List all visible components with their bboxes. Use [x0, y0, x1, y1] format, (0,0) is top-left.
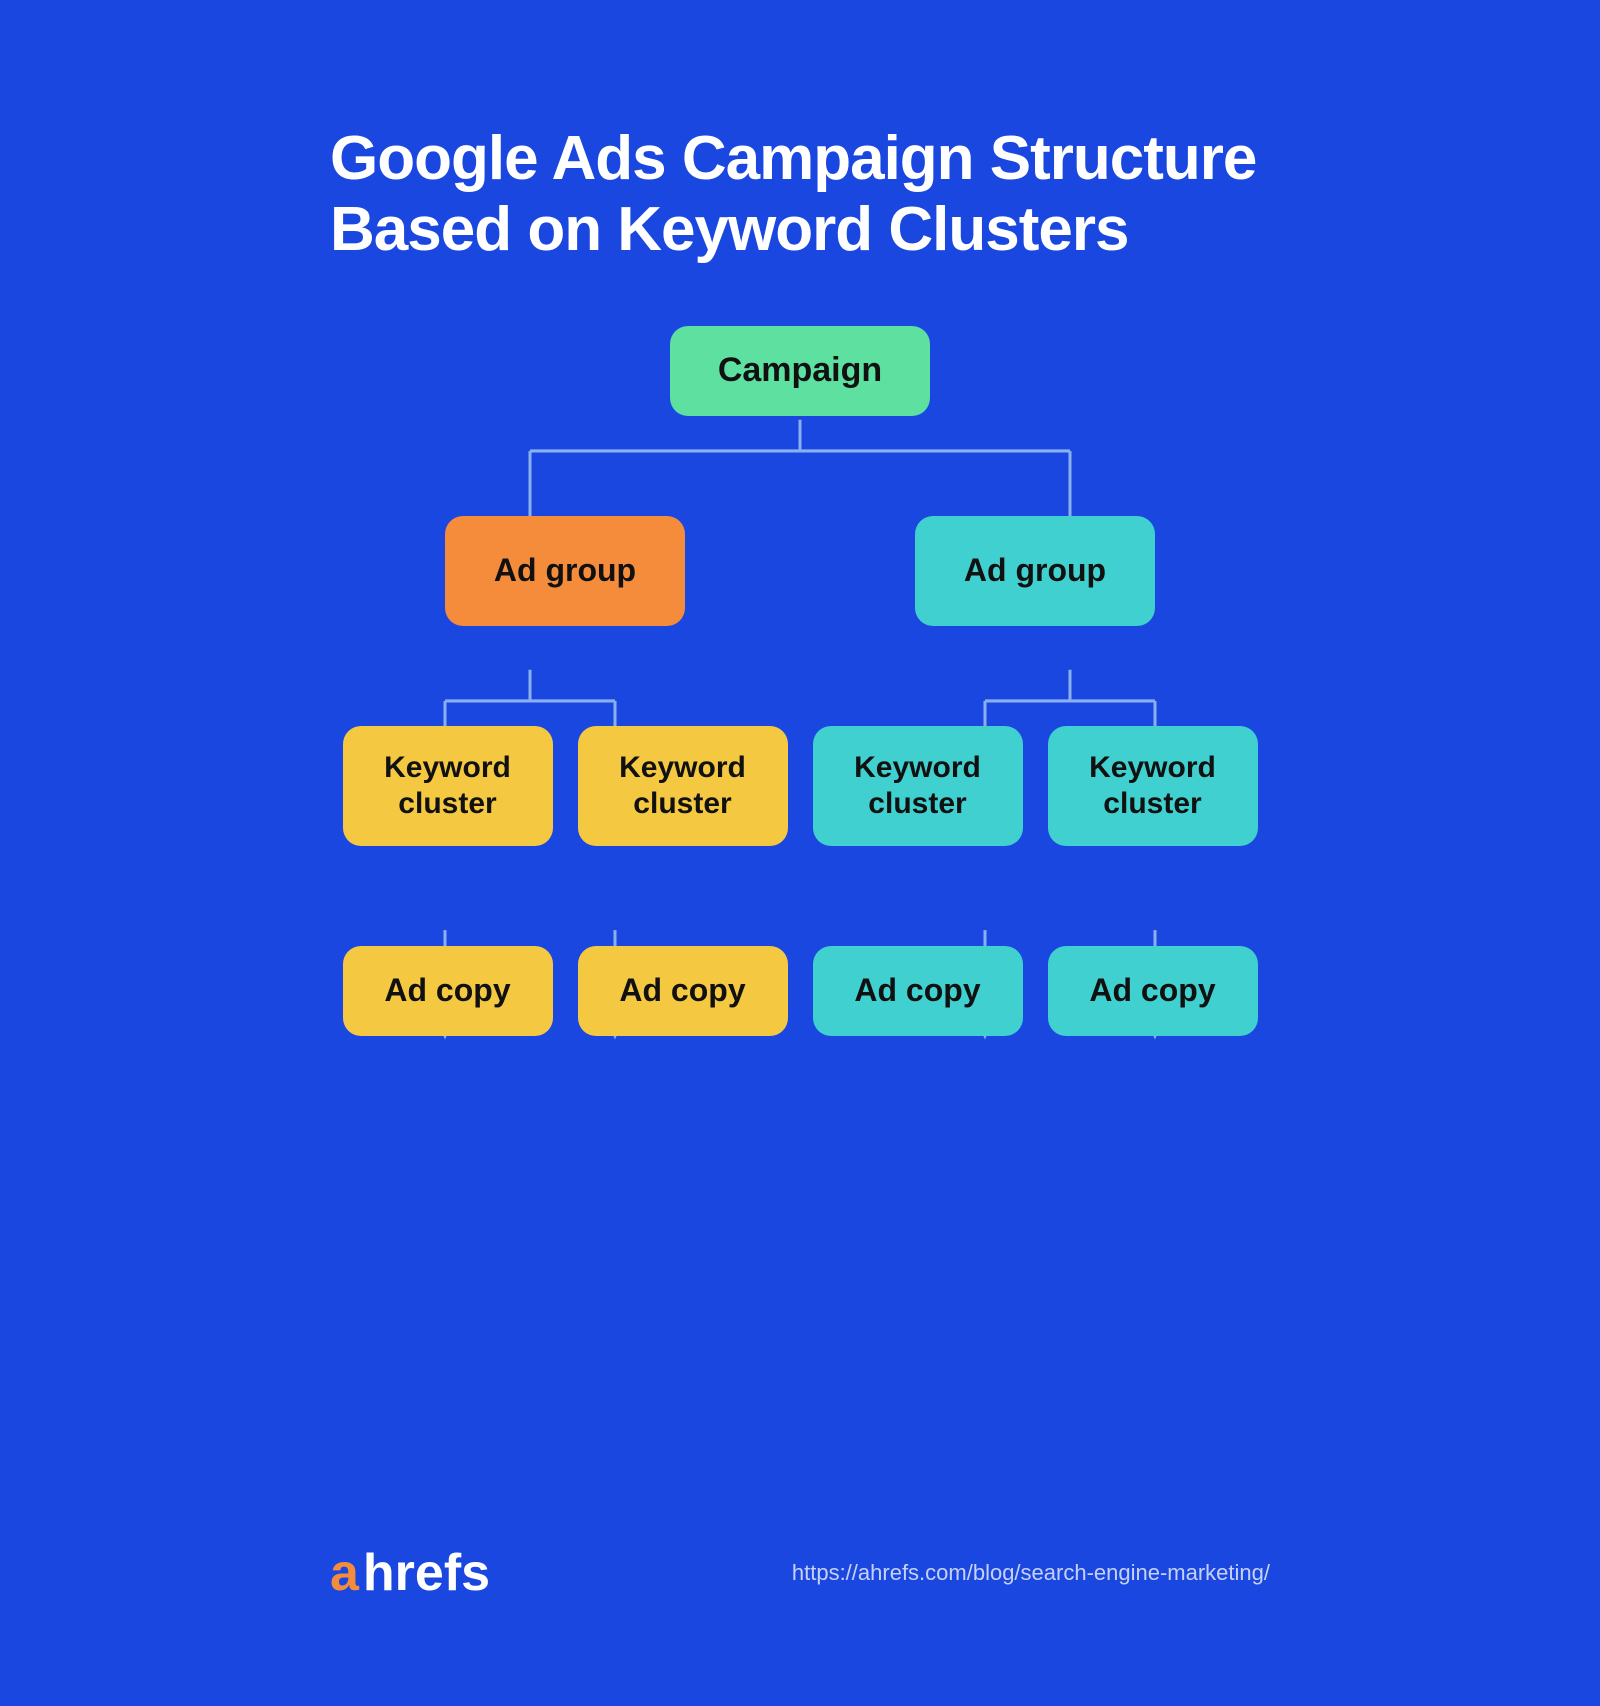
keyword-row: Keyword cluster Keyword cluster Keyword …	[330, 726, 1270, 846]
diagram: Campaign Ad group Ad group Keyword clust…	[330, 326, 1270, 1513]
keyword-node-2: Keyword cluster	[578, 726, 788, 846]
page-title: Google Ads Campaign Structure Based on K…	[330, 123, 1256, 266]
keyword-node-4: Keyword cluster	[1048, 726, 1258, 846]
logo-rest: hrefs	[363, 1543, 490, 1603]
campaign-row: Campaign	[330, 326, 1270, 416]
adcopy-node-1: Ad copy	[343, 946, 553, 1036]
adgroup-right-node: Ad group	[915, 516, 1155, 626]
keyword-node-3: Keyword cluster	[813, 726, 1023, 846]
adgroup-row: Ad group Ad group	[330, 516, 1270, 626]
footer-url: https://ahrefs.com/blog/search-engine-ma…	[792, 1560, 1270, 1586]
infographic: Google Ads Campaign Structure Based on K…	[270, 53, 1330, 1653]
logo-a: a	[330, 1543, 359, 1603]
adcopy-node-4: Ad copy	[1048, 946, 1258, 1036]
adcopy-node-2: Ad copy	[578, 946, 788, 1036]
footer: a hrefs https://ahrefs.com/blog/search-e…	[330, 1513, 1270, 1603]
campaign-node: Campaign	[670, 326, 930, 416]
adcopy-node-3: Ad copy	[813, 946, 1023, 1036]
connector-lines	[330, 326, 1270, 1513]
keyword-node-1: Keyword cluster	[343, 726, 553, 846]
adgroup-left-node: Ad group	[445, 516, 685, 626]
ahrefs-logo: a hrefs	[330, 1543, 490, 1603]
adcopy-row: Ad copy Ad copy Ad copy Ad copy	[330, 946, 1270, 1036]
